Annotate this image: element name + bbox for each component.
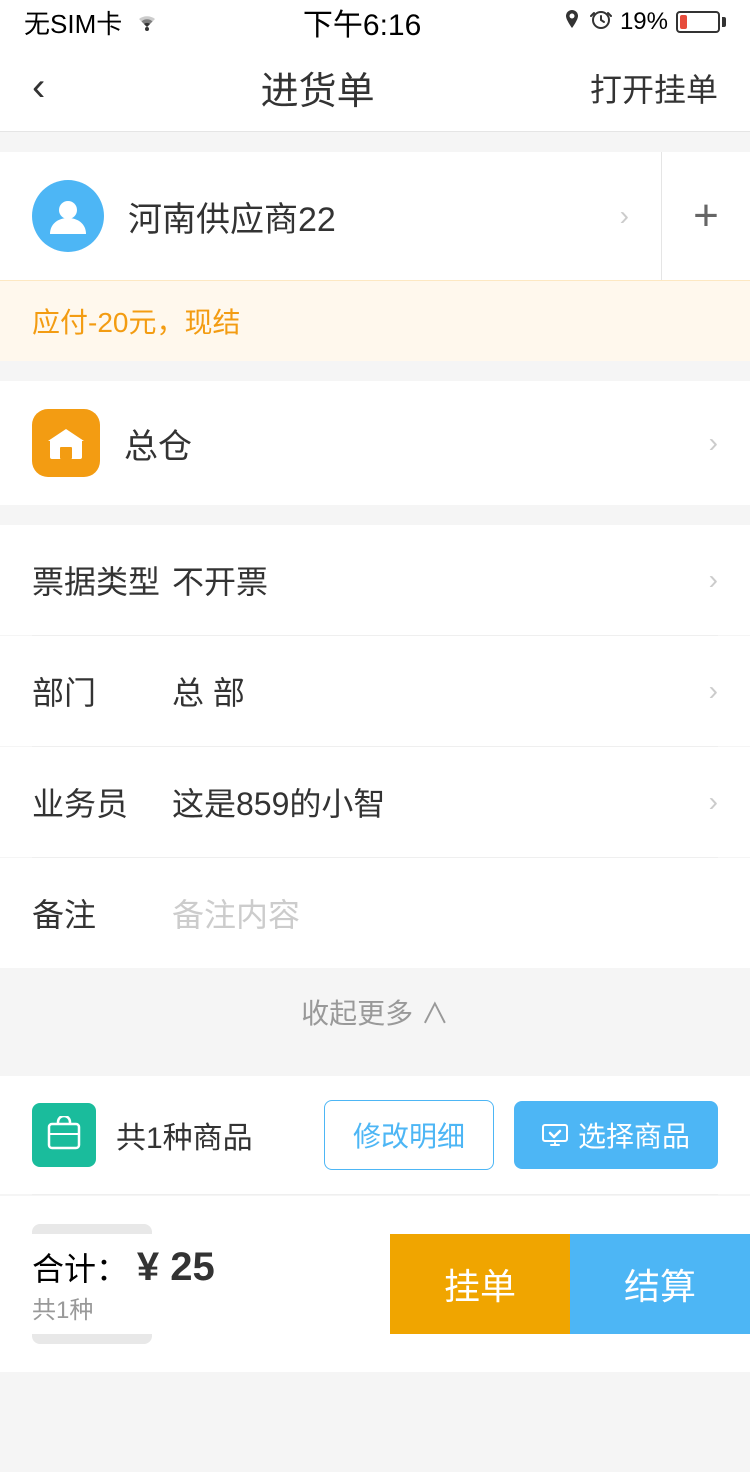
- supplier-avatar: [32, 180, 104, 252]
- invoice-type-row[interactable]: 票据类型 不开票 ›: [0, 525, 750, 635]
- select-product-button[interactable]: 选择商品: [514, 1101, 718, 1169]
- warehouse-name: 总仓: [124, 419, 693, 468]
- warehouse-chevron-icon: ›: [709, 427, 718, 459]
- bottom-bar: 合计： ¥ 25 共1种 挂单 结算: [0, 1234, 750, 1334]
- section-gap-3: [0, 505, 750, 525]
- dept-chevron-icon: ›: [709, 675, 718, 707]
- salesperson-chevron-icon: ›: [709, 786, 718, 818]
- supplier-name: 河南供应商22: [128, 192, 604, 241]
- warning-banner: 应付-20元，现结: [0, 280, 750, 361]
- checkout-button[interactable]: 结算: [570, 1234, 750, 1334]
- total-row: 合计： ¥ 25: [32, 1244, 358, 1290]
- wifi-icon: [132, 7, 162, 38]
- department-row[interactable]: 部门 总 部 ›: [0, 636, 750, 746]
- remark-input[interactable]: 备注内容: [172, 890, 718, 936]
- location-icon: [562, 8, 582, 37]
- section-gap-1: [0, 132, 750, 152]
- supplier-section: 河南供应商22 › +: [0, 152, 750, 280]
- add-supplier-button[interactable]: +: [662, 152, 750, 280]
- alarm-icon: [590, 8, 612, 37]
- remark-row[interactable]: 备注 备注内容: [0, 858, 750, 968]
- total-section: 合计： ¥ 25 共1种: [0, 1234, 390, 1334]
- select-product-label: 选择商品: [578, 1115, 690, 1155]
- collapse-more-button[interactable]: 收起更多 ∧: [0, 968, 750, 1056]
- products-header: 共1种商品 修改明细 选择商品: [0, 1076, 750, 1194]
- products-count: 共1种商品: [116, 1113, 324, 1157]
- salesperson-label: 业务员: [32, 779, 172, 825]
- status-bar: 无SIM卡 下午6:16 19%: [0, 0, 750, 44]
- battery-icon: [676, 11, 726, 33]
- sim-text: 无SIM卡: [24, 4, 122, 41]
- warehouse-row[interactable]: 总仓 ›: [0, 381, 750, 505]
- bottom-spacer: [0, 1372, 750, 1472]
- total-count: 共1种: [32, 1290, 358, 1325]
- invoice-chevron-icon: ›: [709, 564, 718, 596]
- section-gap-4: [0, 1056, 750, 1076]
- edit-detail-button[interactable]: 修改明细: [324, 1100, 494, 1170]
- invoice-value: 不开票: [172, 557, 693, 603]
- page-title: 进货单: [261, 60, 375, 115]
- hang-order-button[interactable]: 挂单: [390, 1234, 570, 1334]
- salesperson-value: 这是859的小智: [172, 779, 693, 825]
- status-time: 下午6:16: [303, 0, 421, 44]
- status-left: 无SIM卡: [24, 4, 162, 41]
- invoice-label: 票据类型: [32, 557, 172, 603]
- supplier-row[interactable]: 河南供应商22 ›: [0, 152, 662, 280]
- products-icon: [32, 1103, 96, 1167]
- status-right: 19%: [562, 8, 726, 37]
- section-gap-2: [0, 361, 750, 381]
- open-pending-button[interactable]: 打开挂单: [590, 65, 718, 111]
- divider-4: [32, 1194, 718, 1195]
- dept-label: 部门: [32, 668, 172, 714]
- battery-percent: 19%: [620, 8, 668, 36]
- back-button[interactable]: ‹: [32, 65, 45, 110]
- total-label: 合计：: [32, 1251, 128, 1287]
- supplier-chevron-icon: ›: [620, 200, 629, 232]
- nav-bar: ‹ 进货单 打开挂单: [0, 44, 750, 132]
- warehouse-icon: [32, 409, 100, 477]
- total-amount: ¥ 25: [137, 1245, 215, 1289]
- remark-label: 备注: [32, 890, 172, 936]
- salesperson-row[interactable]: 业务员 这是859的小智 ›: [0, 747, 750, 857]
- dept-value: 总 部: [172, 668, 693, 714]
